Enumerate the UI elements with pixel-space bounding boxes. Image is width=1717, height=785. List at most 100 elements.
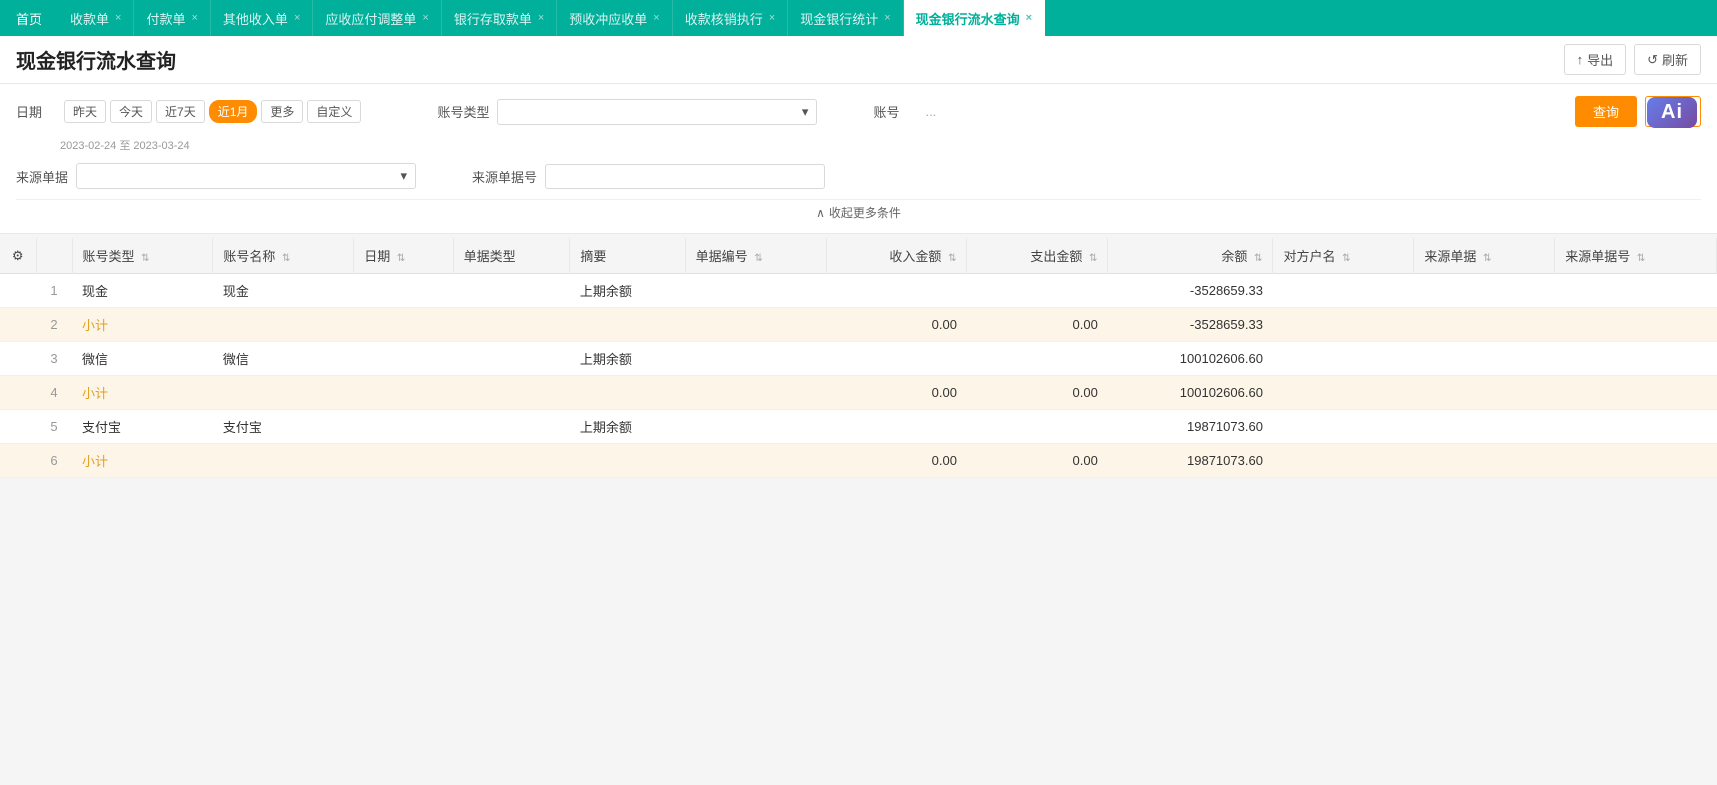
cell-source-doc [1414,342,1555,376]
close-icon[interactable]: × [422,12,428,24]
cell-summary [570,308,685,342]
close-icon[interactable]: × [538,12,544,24]
cell-gear [0,376,36,410]
cell-source-doc-no [1555,308,1717,342]
th-account-name[interactable]: 账号名称 ⇅ [213,238,354,274]
sort-icon: ⇅ [948,253,956,264]
account-group: 账号 ... [873,102,940,121]
account-type-select[interactable]: ▾ [497,99,817,125]
table-row[interactable]: 5支付宝支付宝上期余额19871073.60 [0,410,1717,444]
table-row[interactable]: 1现金现金上期余额-3528659.33 [0,274,1717,308]
refresh-button[interactable]: ↺ 刷新 [1634,44,1701,75]
cell-income: 0.00 [826,376,967,410]
close-icon[interactable]: × [884,12,890,24]
cell-expense [967,410,1108,444]
date-1month[interactable]: 近1月 [209,100,258,123]
cell-doc-type [453,308,570,342]
nav-tab-prepay[interactable]: 预收冲应收单 × [557,0,672,36]
cell-source-doc-no [1555,444,1717,478]
cell-summary: 上期余额 [570,410,685,444]
date-today[interactable]: 今天 [110,100,152,123]
cell-index: 3 [36,342,72,376]
cell-index: 4 [36,376,72,410]
cell-doc-no [685,376,826,410]
nav-tab-bank[interactable]: 银行存取款单 × [442,0,557,36]
cell-index: 6 [36,444,72,478]
cell-doc-type [453,410,570,444]
cell-counterpart [1273,342,1414,376]
date-custom[interactable]: 自定义 [307,100,361,123]
th-account-type[interactable]: 账号类型 ⇅ [72,238,213,274]
more-icon[interactable]: ... [921,104,940,119]
nav-tab-stats[interactable]: 现金银行统计 × [788,0,903,36]
cell-source-doc-no [1555,274,1717,308]
source-doc-no-label: 来源单据号 [472,167,537,186]
sort-icon: ⇅ [1342,253,1350,264]
th-expense[interactable]: 支出金额 ⇅ [967,238,1108,274]
cell-counterpart [1273,274,1414,308]
th-source-doc[interactable]: 来源单据 ⇅ [1414,238,1555,274]
source-doc-group: 来源单据 ▾ [16,163,416,189]
cell-gear [0,342,36,376]
th-balance[interactable]: 余额 ⇅ [1108,238,1273,274]
cell-summary: 上期余额 [570,274,685,308]
cell-account-type: 微信 [72,342,213,376]
cell-doc-type [453,376,570,410]
th-doc-no[interactable]: 单据编号 ⇅ [685,238,826,274]
cell-counterpart [1273,376,1414,410]
cell-date [354,274,453,308]
close-icon[interactable]: × [653,12,659,24]
cell-account-type: 现金 [72,274,213,308]
export-icon: ↑ [1577,52,1584,67]
cell-counterpart [1273,410,1414,444]
ai-badge[interactable]: Ai [1647,97,1697,128]
cell-balance: 19871073.60 [1108,410,1273,444]
close-icon[interactable]: × [1026,12,1032,24]
table-row[interactable]: 6小计0.000.0019871073.60 [0,444,1717,478]
nav-tab-fukuan[interactable]: 付款单 × [134,0,210,36]
nav-tab-cashflow[interactable]: 现金银行流水查询 × [904,0,1045,36]
cell-date [354,410,453,444]
export-button[interactable]: ↑ 导出 [1564,44,1627,75]
collapse-bar[interactable]: ∧ 收起更多条件 [16,199,1701,225]
chevron-up-icon: ∧ [816,206,825,220]
date-yesterday[interactable]: 昨天 [64,100,106,123]
th-income[interactable]: 收入金额 ⇅ [826,238,967,274]
source-doc-select[interactable]: ▾ [76,163,416,189]
close-icon[interactable]: × [191,12,197,24]
th-gear[interactable]: ⚙ [0,238,36,274]
table-container: ⚙ 账号类型 ⇅ 账号名称 ⇅ 日期 ⇅ 单据类型 摘要 [0,238,1717,478]
nav-tab-shoukuan[interactable]: 收款单 × [58,0,134,36]
cell-expense: 0.00 [967,444,1108,478]
cell-account-type: 支付宝 [72,410,213,444]
table-header: ⚙ 账号类型 ⇅ 账号名称 ⇅ 日期 ⇅ 单据类型 摘要 [0,238,1717,274]
cell-expense [967,342,1108,376]
nav-tab-other-income[interactable]: 其他收入单 × [211,0,313,36]
nav-tab-verify[interactable]: 收款核销执行 × [673,0,788,36]
close-icon[interactable]: × [115,12,121,24]
query-button[interactable]: 查询 [1575,96,1637,127]
date-7days[interactable]: 近7天 [156,100,205,123]
table-row[interactable]: 3微信微信上期余额100102606.60 [0,342,1717,376]
close-icon[interactable]: × [769,12,775,24]
sort-icon: ⇅ [1254,253,1262,264]
nav-home[interactable]: 首页 [0,0,58,36]
cell-account-name [213,376,354,410]
source-doc-no-input[interactable] [545,164,825,189]
table-row[interactable]: 4小计0.000.00100102606.60 [0,376,1717,410]
th-source-doc-no[interactable]: 来源单据号 ⇅ [1555,238,1717,274]
cell-account-type: 小计 [72,444,213,478]
chevron-down-icon: ▾ [400,168,407,184]
account-label: 账号 [873,102,913,121]
th-counterpart[interactable]: 对方户名 ⇅ [1273,238,1414,274]
filter-row-2: 来源单据 ▾ 来源单据号 [16,163,1701,189]
table-row[interactable]: 2小计0.000.00-3528659.33 [0,308,1717,342]
th-date[interactable]: 日期 ⇅ [354,238,453,274]
close-icon[interactable]: × [294,12,300,24]
account-type-group: 账号类型 ▾ [437,99,817,125]
sort-icon: ⇅ [141,253,149,264]
cell-income: 0.00 [826,308,967,342]
cell-balance: 100102606.60 [1108,342,1273,376]
nav-tab-adjust[interactable]: 应收应付调整单 × [313,0,441,36]
date-more[interactable]: 更多 [261,100,303,123]
